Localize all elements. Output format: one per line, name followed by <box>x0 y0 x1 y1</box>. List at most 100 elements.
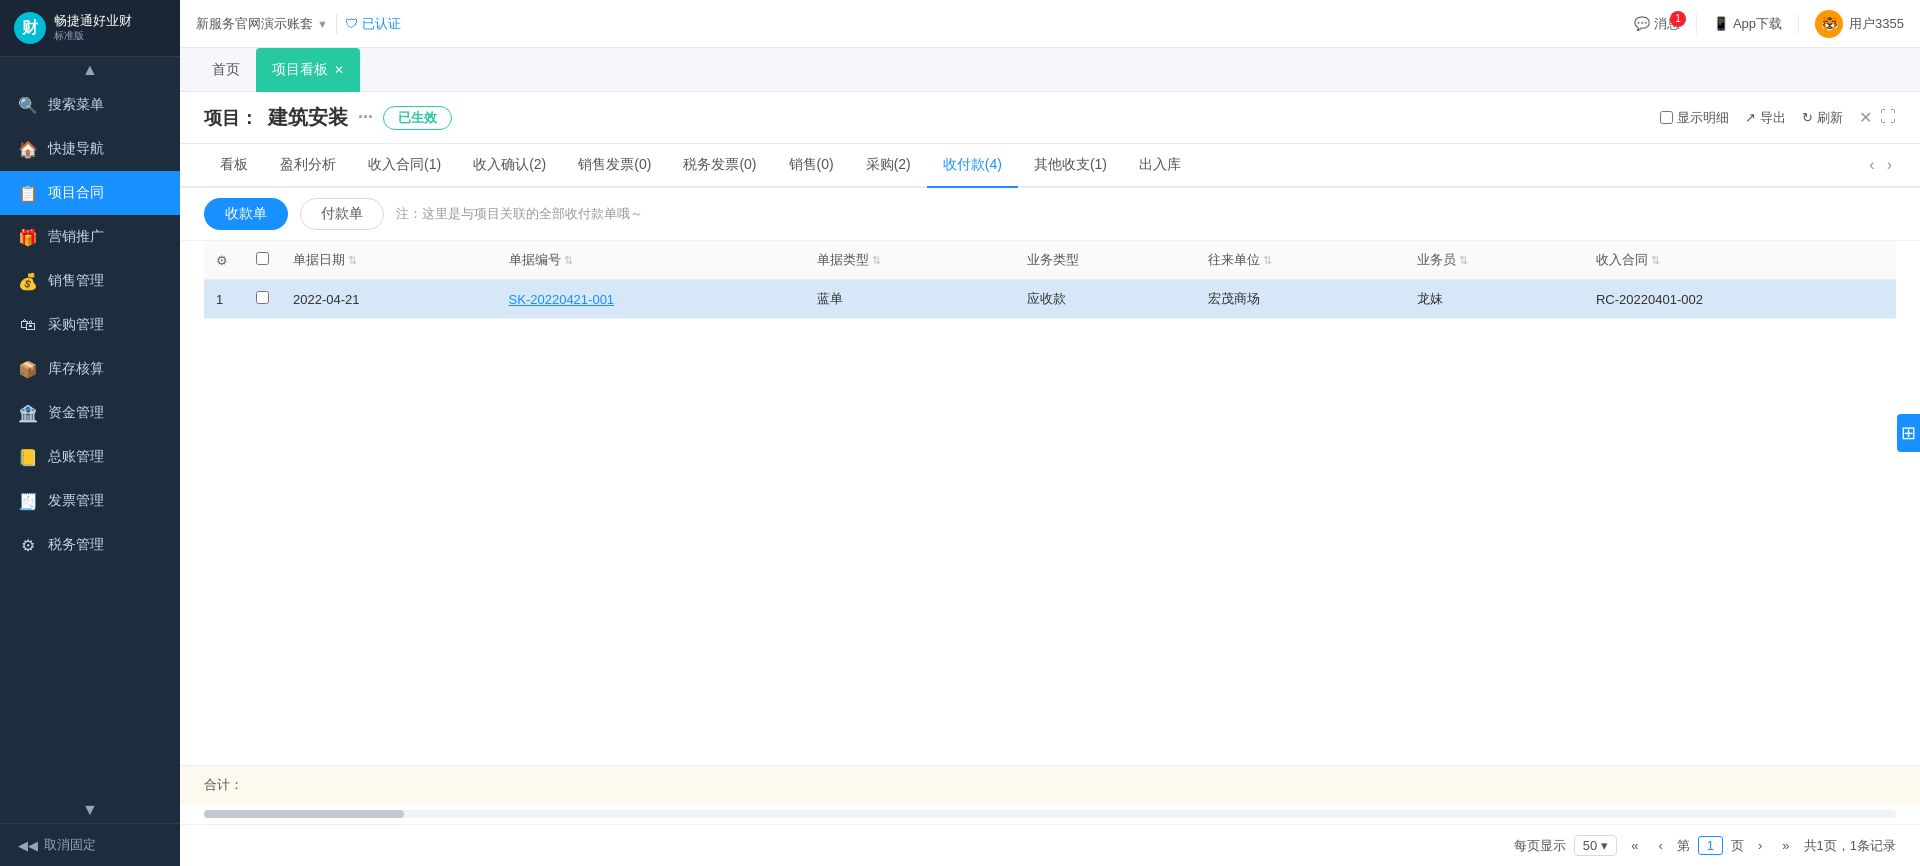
prev-page-btn[interactable]: ‹ <box>1652 836 1668 855</box>
sidebar-scroll-up[interactable]: ▲ <box>0 57 180 83</box>
row-salesperson: 龙妹 <box>1405 280 1584 319</box>
scrollbar-thumb[interactable] <box>204 810 404 818</box>
sub-tab-income-contract[interactable]: 收入合同(1) <box>352 144 457 188</box>
scrollbar-track[interactable] <box>204 810 1896 818</box>
sub-tab-nav: ‹ › <box>1865 152 1896 178</box>
sidebar-item-quicknav[interactable]: 🏠 快捷导航 <box>0 127 180 171</box>
current-page[interactable]: 1 <box>1698 836 1723 855</box>
sidebar-item-purchase[interactable]: 🛍 采购管理 <box>0 303 180 347</box>
sidebar-item-invoice[interactable]: 🧾 发票管理 <box>0 479 180 523</box>
date-sort-icon[interactable]: ⇅ <box>348 254 357 267</box>
sidebar-item-contract[interactable]: 📋 项目合同 <box>0 171 180 215</box>
first-page-btn[interactable]: « <box>1625 836 1644 855</box>
topbar-right: 💬 消息 1 📱 App下载 🐯 用户3355 <box>1634 10 1904 38</box>
sidebar-item-marketing[interactable]: 🎁 营销推广 <box>0 215 180 259</box>
income-contract-col-header: 收入合同 ⇅ <box>1584 241 1896 280</box>
demo-dropdown-arrow[interactable]: ▼ <box>317 18 328 30</box>
sidebar-item-label: 库存核算 <box>48 360 104 378</box>
sub-tab-income-confirm[interactable]: 收入确认(2) <box>457 144 562 188</box>
sub-tab-other-income[interactable]: 其他收支(1) <box>1018 144 1123 188</box>
more-options-btn[interactable]: ··· <box>358 107 373 128</box>
search-menu-icon: 🔍 <box>18 95 38 115</box>
right-panel-toggle-btn[interactable]: ⊞ <box>1897 414 1920 452</box>
close-window-icon[interactable]: ✕ <box>1859 108 1872 127</box>
sidebar-logo: 财 畅捷通好业财 标准版 <box>0 0 180 57</box>
per-page-dropdown-icon[interactable]: ▾ <box>1601 838 1608 853</box>
sidebar-item-tax[interactable]: ⚙ 税务管理 <box>0 523 180 567</box>
sub-tab-board[interactable]: 看板 <box>204 144 264 188</box>
export-btn[interactable]: ↗ 导出 <box>1745 109 1786 127</box>
app-download-btn[interactable]: 📱 App下载 <box>1713 15 1782 33</box>
sub-tab-payment[interactable]: 收付款(4) <box>927 144 1018 188</box>
sub-tab-profit[interactable]: 盈利分析 <box>264 144 352 188</box>
row-seq-value: 1 <box>216 292 223 307</box>
select-all-checkbox[interactable] <box>256 252 269 265</box>
table-settings-icon[interactable]: ⚙ <box>216 253 228 268</box>
username-label: 用户3355 <box>1849 15 1904 33</box>
next-page-btn[interactable]: › <box>1752 836 1768 855</box>
sidebar-item-label: 快捷导航 <box>48 140 104 158</box>
show-detail-label: 显示明细 <box>1677 109 1729 127</box>
tab-home[interactable]: 首页 <box>196 48 256 92</box>
sub-tab-next-icon[interactable]: › <box>1883 152 1896 178</box>
row-code-link[interactable]: SK-20220421-001 <box>509 292 615 307</box>
row-date: 2022-04-21 <box>281 280 497 319</box>
summary-label: 合计： <box>204 777 243 792</box>
phone-icon: 📱 <box>1713 16 1729 31</box>
maximize-window-icon[interactable]: ⛶ <box>1880 108 1896 127</box>
sidebar-item-capital[interactable]: 🏦 资金管理 <box>0 391 180 435</box>
show-detail-input[interactable] <box>1660 111 1673 124</box>
sub-tab-purchase-label: 采购(2) <box>866 156 911 172</box>
sidebar-item-inventory[interactable]: 📦 库存核算 <box>0 347 180 391</box>
sub-tab-purchase[interactable]: 采购(2) <box>850 144 927 188</box>
topbar-divider-2 <box>1696 14 1697 34</box>
sub-tab-inout[interactable]: 出入库 <box>1123 144 1197 188</box>
last-page-btn[interactable]: » <box>1776 836 1795 855</box>
settings-col: ⚙ <box>204 241 244 280</box>
sidebar-item-sales[interactable]: 💰 销售管理 <box>0 259 180 303</box>
filter-receipt-btn[interactable]: 收款单 <box>204 198 288 230</box>
partner-sort-icon[interactable]: ⇅ <box>1263 254 1272 267</box>
certified-label: 已认证 <box>362 15 401 33</box>
sub-tab-tax-invoice-label: 税务发票(0) <box>683 156 756 172</box>
avatar: 🐯 <box>1815 10 1843 38</box>
home-icon: 🏠 <box>18 139 38 159</box>
row-checkbox[interactable] <box>256 291 269 304</box>
sub-tab-sales-invoice[interactable]: 销售发票(0) <box>562 144 667 188</box>
code-sort-icon[interactable]: ⇅ <box>564 254 573 267</box>
messages-btn[interactable]: 💬 消息 1 <box>1634 15 1680 33</box>
income-contract-sort-icon[interactable]: ⇅ <box>1651 254 1660 267</box>
demo-account-label: 新服务官网演示账套 <box>196 15 313 33</box>
status-badge: 已生效 <box>383 106 452 130</box>
scrollbar-area <box>180 804 1920 824</box>
sidebar-item-search[interactable]: 🔍 搜索菜单 <box>0 83 180 127</box>
main-content: 新服务官网演示账套 ▼ 🛡 已认证 💬 消息 1 📱 App下载 🐯 <box>180 0 1920 866</box>
tab-project-board[interactable]: 项目看板 ✕ <box>256 48 360 92</box>
type-sort-icon[interactable]: ⇅ <box>872 254 881 267</box>
salesperson-sort-icon[interactable]: ⇅ <box>1459 254 1468 267</box>
filter-payment-btn[interactable]: 付款单 <box>300 198 384 230</box>
sub-tab-tax-invoice[interactable]: 税务发票(0) <box>667 144 772 188</box>
sidebar-unpin[interactable]: ◀◀ 取消固定 <box>0 823 180 866</box>
table-row[interactable]: 1 2022-04-21 SK-20220421-001 蓝单 应收款 宏茂商场… <box>204 280 1896 319</box>
biz-type-col-label: 业务类型 <box>1027 252 1079 267</box>
sidebar-item-ledger[interactable]: 📒 总账管理 <box>0 435 180 479</box>
show-detail-checkbox[interactable]: 显示明细 <box>1660 109 1729 127</box>
per-page-value: 50 <box>1583 838 1597 853</box>
sidebar-scroll-down[interactable]: ▼ <box>0 797 180 823</box>
topbar-divider-1 <box>336 14 337 34</box>
sub-tab-inout-label: 出入库 <box>1139 156 1181 172</box>
tab-close-icon[interactable]: ✕ <box>334 63 344 77</box>
sub-tab-prev-icon[interactable]: ‹ <box>1865 152 1878 178</box>
demo-account[interactable]: 新服务官网演示账套 ▼ <box>196 15 328 33</box>
salesperson-col-header: 业务员 ⇅ <box>1405 241 1584 280</box>
per-page-select[interactable]: 50 ▾ <box>1574 835 1617 856</box>
refresh-btn[interactable]: ↻ 刷新 <box>1802 109 1843 127</box>
sub-tab-sales[interactable]: 销售(0) <box>773 144 850 188</box>
logo-subtitle: 标准版 <box>54 29 132 43</box>
row-biz-type: 应收款 <box>1015 280 1196 319</box>
inventory-icon: 📦 <box>18 359 38 379</box>
row-code[interactable]: SK-20220421-001 <box>497 280 806 319</box>
user-menu[interactable]: 🐯 用户3355 <box>1815 10 1904 38</box>
shield-icon: 🛡 <box>345 16 358 31</box>
